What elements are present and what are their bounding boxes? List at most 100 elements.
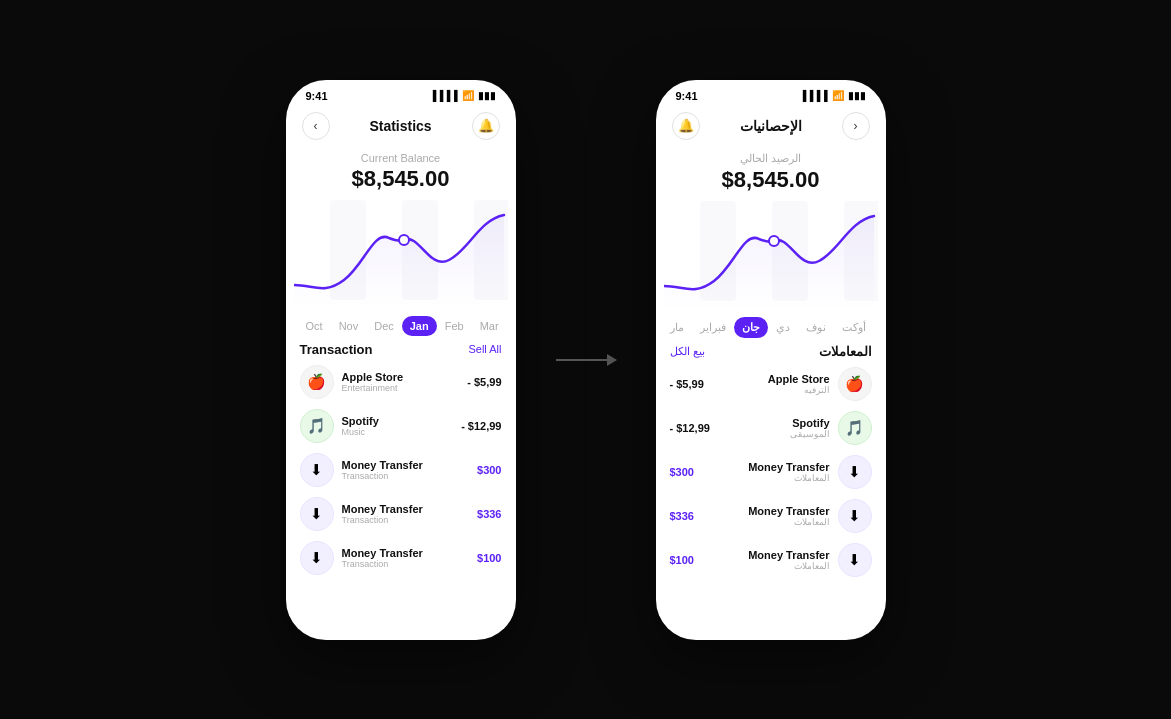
wifi-icon: 📶 — [462, 90, 474, 101]
tx-info-transfer2-rtl: Money Transfer المعاملات — [702, 505, 830, 527]
status-icons-ltr: ▐▐▐▐ 📶 ▮▮▮ — [429, 90, 495, 101]
tx-info-spotify-rtl: Spotify الموسيقى — [718, 417, 830, 439]
month-nov-rtl[interactable]: نوف — [798, 317, 834, 338]
tx-sub-transfer2-ltr: Transaction — [342, 515, 470, 525]
tx-name-transfer1-rtl: Money Transfer — [702, 461, 830, 473]
month-tabs-rtl: أوكت نوف دي جان فبراير مار — [656, 311, 886, 344]
tx-name-apple-ltr: Apple Store — [342, 371, 460, 383]
tx-sub-transfer3-ltr: Transaction — [342, 559, 470, 569]
tx-amount-apple-ltr: - $5,99 — [467, 376, 501, 388]
back-button-ltr[interactable]: ‹ — [302, 112, 330, 140]
balance-amount-ltr: $8,545.00 — [286, 166, 516, 192]
sell-all-ltr[interactable]: Sell All — [468, 343, 501, 355]
signal-icon: ▐▐▐▐ — [429, 90, 457, 101]
bell-button-rtl[interactable]: 🔔 — [672, 112, 700, 140]
month-jan-rtl[interactable]: جان — [734, 317, 768, 338]
wifi-icon-rtl: 📶 — [832, 90, 844, 101]
month-nov[interactable]: Nov — [331, 316, 367, 336]
tx-sub-spotify-rtl: الموسيقى — [718, 429, 830, 439]
tx-info-transfer3-rtl: Money Transfer المعاملات — [702, 549, 830, 571]
month-dec[interactable]: Dec — [366, 316, 402, 336]
tx-sub-transfer2-rtl: المعاملات — [702, 517, 830, 527]
month-feb[interactable]: Feb — [437, 316, 472, 336]
transaction-header-ltr: Transaction Sell All — [300, 342, 502, 357]
nav-bar-ltr: ‹ Statistics 🔔 — [286, 106, 516, 148]
month-okt-rtl[interactable]: أوكت — [834, 317, 874, 338]
tx-info-transfer1-rtl: Money Transfer المعاملات — [702, 461, 830, 483]
svg-point-7 — [769, 236, 779, 246]
chart-svg-rtl — [664, 201, 878, 311]
tx-transfer3-ltr: ⬇ Money Transfer Transaction $100 — [300, 541, 502, 575]
month-mar-rtl[interactable]: مار — [662, 317, 692, 338]
nav-title-rtl: الإحصانيات — [740, 118, 802, 134]
phone-rtl: 9:41 ▐▐▐▐ 📶 ▮▮▮ › الإحصانيات 🔔 الرصيد ال… — [656, 80, 886, 640]
bell-button-ltr[interactable]: 🔔 — [472, 112, 500, 140]
tx-amount-transfer3-ltr: $100 — [477, 552, 501, 564]
nav-title-ltr: Statistics — [369, 118, 431, 134]
tx-amount-transfer3-rtl: $100 — [670, 554, 694, 566]
transaction-title-rtl: المعاملات — [819, 344, 872, 359]
tx-transfer1-rtl: ⬇ Money Transfer المعاملات $300 — [670, 455, 872, 489]
tx-sub-transfer3-rtl: المعاملات — [702, 561, 830, 571]
tx-name-apple-rtl: Apple Store — [712, 373, 830, 385]
tx-sub-apple-rtl: الترفيه — [712, 385, 830, 395]
signal-icon-rtl: ▐▐▐▐ — [799, 90, 827, 101]
back-button-rtl[interactable]: › — [842, 112, 870, 140]
tx-name-transfer2-rtl: Money Transfer — [702, 505, 830, 517]
sell-all-rtl[interactable]: بيع الكل — [670, 345, 705, 358]
tx-transfer2-ltr: ⬇ Money Transfer Transaction $336 — [300, 497, 502, 531]
tx-amount-spotify-rtl: - $12,99 — [670, 422, 710, 434]
tx-transfer2-rtl: ⬇ Money Transfer المعاملات $336 — [670, 499, 872, 533]
status-icons-rtl: ▐▐▐▐ 📶 ▮▮▮ — [799, 90, 865, 101]
tx-name-transfer3-ltr: Money Transfer — [342, 547, 470, 559]
balance-amount-rtl: $8,545.00 — [656, 167, 886, 193]
month-mar[interactable]: Mar — [472, 316, 507, 336]
tx-icon-transfer2-ltr: ⬇ — [300, 497, 334, 531]
tx-name-spotify-rtl: Spotify — [718, 417, 830, 429]
status-bar-rtl: 9:41 ▐▐▐▐ 📶 ▮▮▮ — [656, 80, 886, 106]
battery-icon-rtl: ▮▮▮ — [848, 90, 866, 101]
month-jan[interactable]: Jan — [402, 316, 437, 336]
phone-ltr: 9:41 ▐▐▐▐ 📶 ▮▮▮ ‹ Statistics 🔔 Current B… — [286, 80, 516, 640]
tx-sub-transfer1-rtl: المعاملات — [702, 473, 830, 483]
tx-sub-transfer1-ltr: Transaction — [342, 471, 470, 481]
month-dec-rtl[interactable]: دي — [768, 317, 798, 338]
balance-label-rtl: الرصيد الحالي — [656, 152, 886, 165]
nav-bar-rtl: › الإحصانيات 🔔 — [656, 106, 886, 148]
tx-apple-rtl: 🍎 Apple Store الترفيه - $5,99 — [670, 367, 872, 401]
tx-icon-transfer3-rtl: ⬇ — [838, 543, 872, 577]
month-oct[interactable]: Oct — [298, 316, 331, 336]
month-tabs-ltr: Oct Nov Dec Jan Feb Mar — [286, 310, 516, 342]
tx-name-transfer2-ltr: Money Transfer — [342, 503, 470, 515]
battery-icon: ▮▮▮ — [478, 90, 496, 101]
tx-info-transfer3-ltr: Money Transfer Transaction — [342, 547, 470, 569]
tx-icon-apple-rtl: 🍎 — [838, 367, 872, 401]
transaction-title-ltr: Transaction — [300, 342, 373, 357]
status-time-rtl: 9:41 — [676, 90, 698, 102]
tx-amount-apple-rtl: - $5,99 — [670, 378, 704, 390]
transaction-header-rtl: المعاملات بيع الكل — [670, 344, 872, 359]
tx-info-transfer2-ltr: Money Transfer Transaction — [342, 503, 470, 525]
tx-info-apple-rtl: Apple Store الترفيه — [712, 373, 830, 395]
tx-info-transfer1-ltr: Money Transfer Transaction — [342, 459, 470, 481]
tx-icon-transfer1-rtl: ⬇ — [838, 455, 872, 489]
transaction-section-ltr: Transaction Sell All 🍎 Apple Store Enter… — [286, 342, 516, 640]
tx-amount-transfer1-ltr: $300 — [477, 464, 501, 476]
status-bar-ltr: 9:41 ▐▐▐▐ 📶 ▮▮▮ — [286, 80, 516, 106]
month-feb-rtl[interactable]: فبراير — [692, 317, 734, 338]
direction-arrow — [556, 359, 616, 361]
balance-section-rtl: الرصيد الحالي $8,545.00 — [656, 148, 886, 201]
tx-amount-spotify-ltr: - $12,99 — [461, 420, 501, 432]
arrow-line — [556, 359, 616, 361]
svg-point-3 — [399, 235, 409, 245]
tx-name-transfer1-ltr: Money Transfer — [342, 459, 470, 471]
tx-name-transfer3-rtl: Money Transfer — [702, 549, 830, 561]
chart-area-ltr — [294, 200, 508, 310]
tx-icon-transfer2-rtl: ⬇ — [838, 499, 872, 533]
tx-sub-apple-ltr: Entertainment — [342, 383, 460, 393]
tx-icon-transfer3-ltr: ⬇ — [300, 541, 334, 575]
scene: 9:41 ▐▐▐▐ 📶 ▮▮▮ ‹ Statistics 🔔 Current B… — [286, 80, 886, 640]
tx-info-spotify-ltr: Spotify Music — [342, 415, 454, 437]
tx-name-spotify-ltr: Spotify — [342, 415, 454, 427]
balance-section-ltr: Current Balance $8,545.00 — [286, 148, 516, 200]
